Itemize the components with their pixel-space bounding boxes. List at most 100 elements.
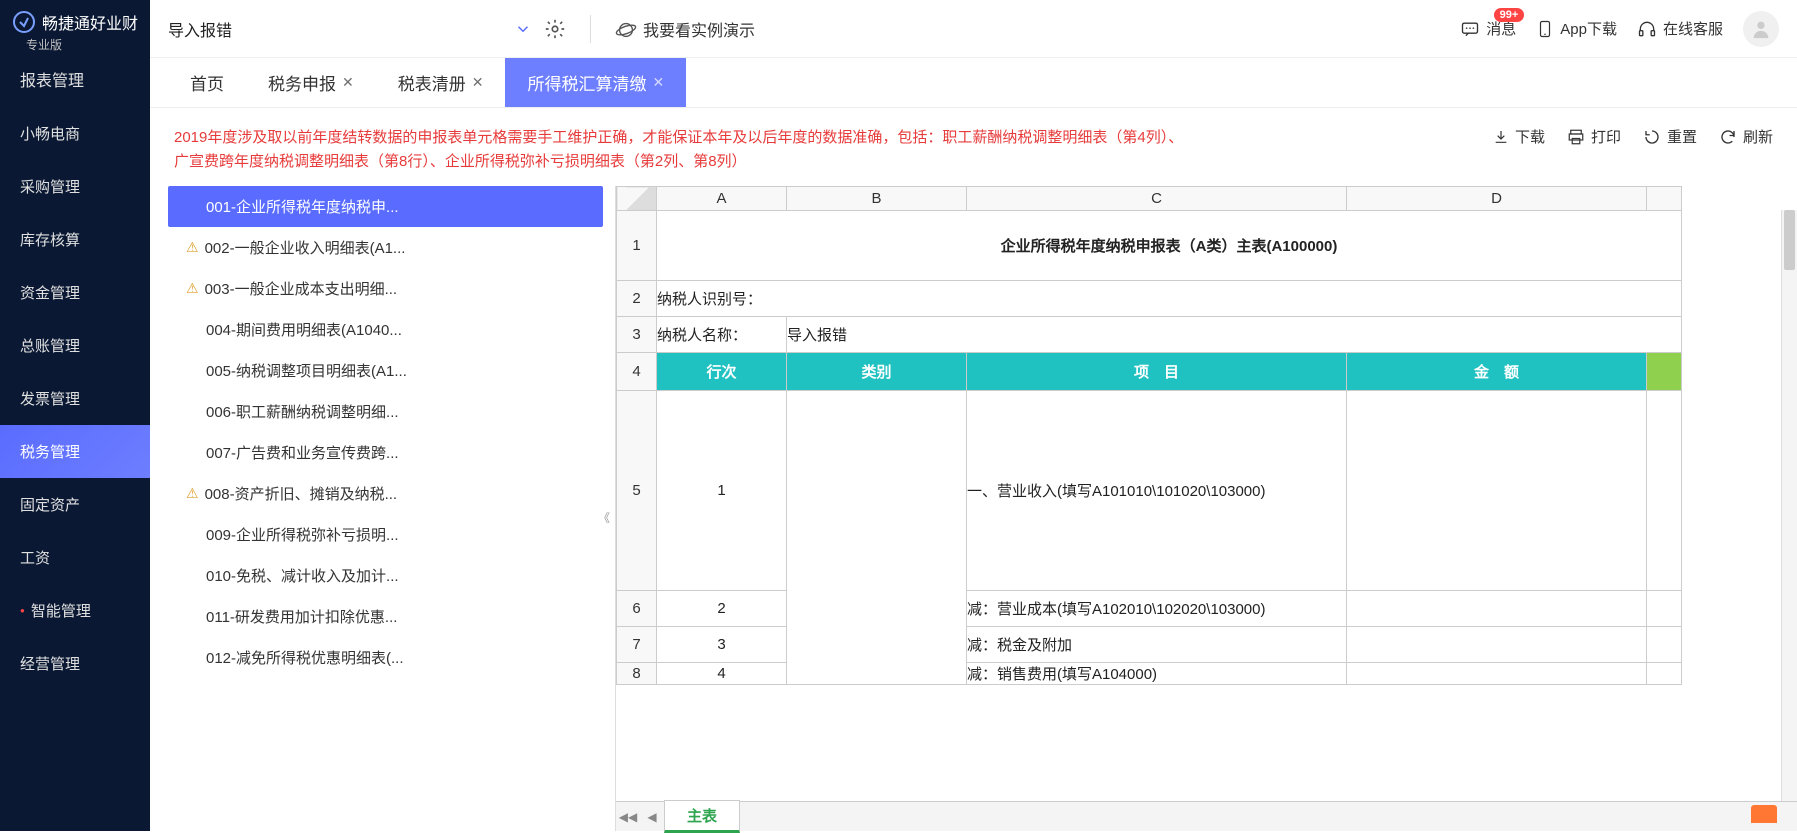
nav-item[interactable]: 智能管理 bbox=[0, 584, 150, 637]
tree-item[interactable]: 009-企业所得税弥补亏损明... bbox=[168, 514, 603, 555]
tree-item-label: 001-企业所得税年度纳税申... bbox=[206, 196, 399, 217]
cell-item[interactable]: 一、营业收入(填写A101010\101020\103000) bbox=[967, 391, 1347, 591]
messages-button[interactable]: 消息 99+ bbox=[1460, 18, 1516, 39]
tree-item[interactable]: 001-企业所得税年度纳税申... bbox=[168, 186, 603, 227]
cell-item[interactable]: 减：销售费用(填写A104000) bbox=[967, 663, 1347, 685]
download-button[interactable]: 下载 bbox=[1493, 126, 1545, 147]
print-label: 打印 bbox=[1591, 126, 1621, 147]
close-icon[interactable]: ✕ bbox=[472, 74, 484, 91]
float-widget-icon[interactable] bbox=[1751, 805, 1777, 823]
nav-item[interactable]: 资金管理 bbox=[0, 266, 150, 319]
org-selector[interactable]: 导入报错 bbox=[168, 17, 508, 41]
avatar[interactable] bbox=[1743, 11, 1779, 47]
demo-link[interactable]: 我要看实例演示 bbox=[615, 17, 755, 41]
taxpayer-name-label[interactable]: 纳税人名称： bbox=[657, 317, 787, 353]
tree-item[interactable]: 005-纳税调整项目明细表(A1... bbox=[168, 350, 603, 391]
nav-item[interactable]: 税务管理 bbox=[0, 425, 150, 478]
gear-icon[interactable] bbox=[544, 18, 566, 40]
grid-corner[interactable] bbox=[617, 187, 657, 211]
sheet-grid[interactable]: A B C D 1 企业所得税年度纳税申报表（A类）主表(A100000) bbox=[616, 186, 1797, 801]
cell-extra[interactable] bbox=[1647, 591, 1682, 627]
tree-item[interactable]: ⚠002-一般企业收入明细表(A1... bbox=[168, 227, 603, 268]
scrollbar-vertical[interactable] bbox=[1781, 210, 1797, 801]
reset-button[interactable]: 重置 bbox=[1643, 126, 1697, 147]
row-header[interactable]: 6 bbox=[617, 591, 657, 627]
cell-seq[interactable]: 4 bbox=[657, 663, 787, 685]
cell-extra[interactable] bbox=[1647, 627, 1682, 663]
cell-seq[interactable]: 3 bbox=[657, 627, 787, 663]
row-header[interactable]: 2 bbox=[617, 281, 657, 317]
tree-item[interactable]: ⚠008-资产折旧、摊销及纳税... bbox=[168, 473, 603, 514]
cell-category[interactable] bbox=[787, 391, 967, 685]
taxpayer-name-value[interactable]: 导入报错 bbox=[787, 317, 1682, 353]
tree-item[interactable]: 007-广告费和业务宣传费跨... bbox=[168, 432, 603, 473]
row-header[interactable]: 3 bbox=[617, 317, 657, 353]
row-header[interactable]: 7 bbox=[617, 627, 657, 663]
row-header[interactable]: 1 bbox=[617, 211, 657, 281]
chat-icon bbox=[1460, 19, 1480, 39]
cell-amount[interactable] bbox=[1347, 391, 1647, 591]
app-download-button[interactable]: App下载 bbox=[1536, 18, 1617, 39]
sheet-nav-first-icon[interactable]: ◀◀ bbox=[616, 810, 640, 824]
col-header-e[interactable] bbox=[1647, 187, 1682, 211]
close-icon[interactable]: ✕ bbox=[342, 74, 354, 91]
tab[interactable]: 税务申报✕ bbox=[246, 58, 376, 107]
tree-item[interactable]: ⚠003-一般企业成本支出明细... bbox=[168, 268, 603, 309]
cell-amount[interactable] bbox=[1347, 591, 1647, 627]
taxpayer-id-label[interactable]: 纳税人识别号： bbox=[657, 281, 1682, 317]
col-header-b[interactable]: B bbox=[787, 187, 967, 211]
cell-extra[interactable] bbox=[1647, 663, 1682, 685]
tab[interactable]: 税表清册✕ bbox=[376, 58, 506, 107]
row-header[interactable]: 4 bbox=[617, 353, 657, 391]
collapse-handle-icon[interactable]: 《 bbox=[598, 509, 610, 526]
scrollbar-thumb[interactable] bbox=[1784, 210, 1795, 270]
sheet-nav-prev-icon[interactable]: ◀ bbox=[640, 810, 664, 824]
header-seq[interactable]: 行次 bbox=[657, 353, 787, 391]
refresh-button[interactable]: 刷新 bbox=[1719, 126, 1773, 147]
cell-item[interactable]: 减：税金及附加 bbox=[967, 627, 1347, 663]
tree-item[interactable]: 011-研发费用加计扣除优惠... bbox=[168, 596, 603, 637]
nav-item[interactable]: 固定资产 bbox=[0, 478, 150, 531]
nav-item-cut[interactable]: 报表管理 bbox=[0, 61, 150, 107]
chevron-down-icon[interactable] bbox=[508, 20, 538, 38]
logo: 畅捷通好业财 bbox=[0, 0, 150, 36]
cell-amount[interactable] bbox=[1347, 663, 1647, 685]
customer-service-button[interactable]: 在线客服 bbox=[1637, 18, 1723, 39]
nav-item[interactable]: 小畅电商 bbox=[0, 107, 150, 160]
tree-item[interactable]: 010-免税、减计收入及加计... bbox=[168, 555, 603, 596]
nav-item[interactable]: 发票管理 bbox=[0, 372, 150, 425]
cell-extra[interactable] bbox=[1647, 391, 1682, 591]
tree-item[interactable]: 006-职工薪酬纳税调整明细... bbox=[168, 391, 603, 432]
cell-item[interactable]: 减：营业成本(填写A102010\102020\103000) bbox=[967, 591, 1347, 627]
header-amount[interactable]: 金 额 bbox=[1347, 353, 1647, 391]
nav: 报表管理 小畅电商采购管理库存核算资金管理总账管理发票管理税务管理固定资产工资智… bbox=[0, 61, 150, 831]
row-header[interactable]: 5 bbox=[617, 391, 657, 591]
nav-item[interactable]: 库存核算 bbox=[0, 213, 150, 266]
col-header-a[interactable]: A bbox=[657, 187, 787, 211]
tree-item-label: 008-资产折旧、摊销及纳税... bbox=[205, 483, 398, 504]
header-extra[interactable] bbox=[1647, 353, 1682, 391]
sheet-tab[interactable]: 主表 bbox=[664, 800, 740, 833]
close-icon[interactable]: ✕ bbox=[652, 74, 664, 91]
nav-item[interactable]: 工资 bbox=[0, 531, 150, 584]
tab[interactable]: 所得税汇算清缴 ✕ bbox=[505, 58, 686, 107]
tree-item[interactable]: 012-减免所得税优惠明细表(... bbox=[168, 637, 603, 678]
tab[interactable]: 首页 bbox=[168, 58, 246, 107]
header-category[interactable]: 类别 bbox=[787, 353, 967, 391]
nav-item[interactable]: 经营管理 bbox=[0, 637, 150, 690]
spreadsheet: A B C D 1 企业所得税年度纳税申报表（A类）主表(A100000) bbox=[615, 186, 1797, 831]
tree-item[interactable]: 004-期间费用明细表(A1040... bbox=[168, 309, 603, 350]
row-header[interactable]: 8 bbox=[617, 663, 657, 685]
print-button[interactable]: 打印 bbox=[1567, 126, 1621, 147]
nav-item[interactable]: 采购管理 bbox=[0, 160, 150, 213]
col-header-c[interactable]: C bbox=[967, 187, 1347, 211]
cell-amount[interactable] bbox=[1347, 627, 1647, 663]
cell-seq[interactable]: 1 bbox=[657, 391, 787, 591]
sheet-title[interactable]: 企业所得税年度纳税申报表（A类）主表(A100000) bbox=[657, 211, 1682, 281]
cell-seq[interactable]: 2 bbox=[657, 591, 787, 627]
nav-item[interactable]: 总账管理 bbox=[0, 319, 150, 372]
col-header-d[interactable]: D bbox=[1347, 187, 1647, 211]
logo-title: 畅捷通好业财 bbox=[42, 10, 138, 34]
tab-label: 所得税汇算清缴 bbox=[527, 70, 646, 95]
header-item[interactable]: 项 目 bbox=[967, 353, 1347, 391]
